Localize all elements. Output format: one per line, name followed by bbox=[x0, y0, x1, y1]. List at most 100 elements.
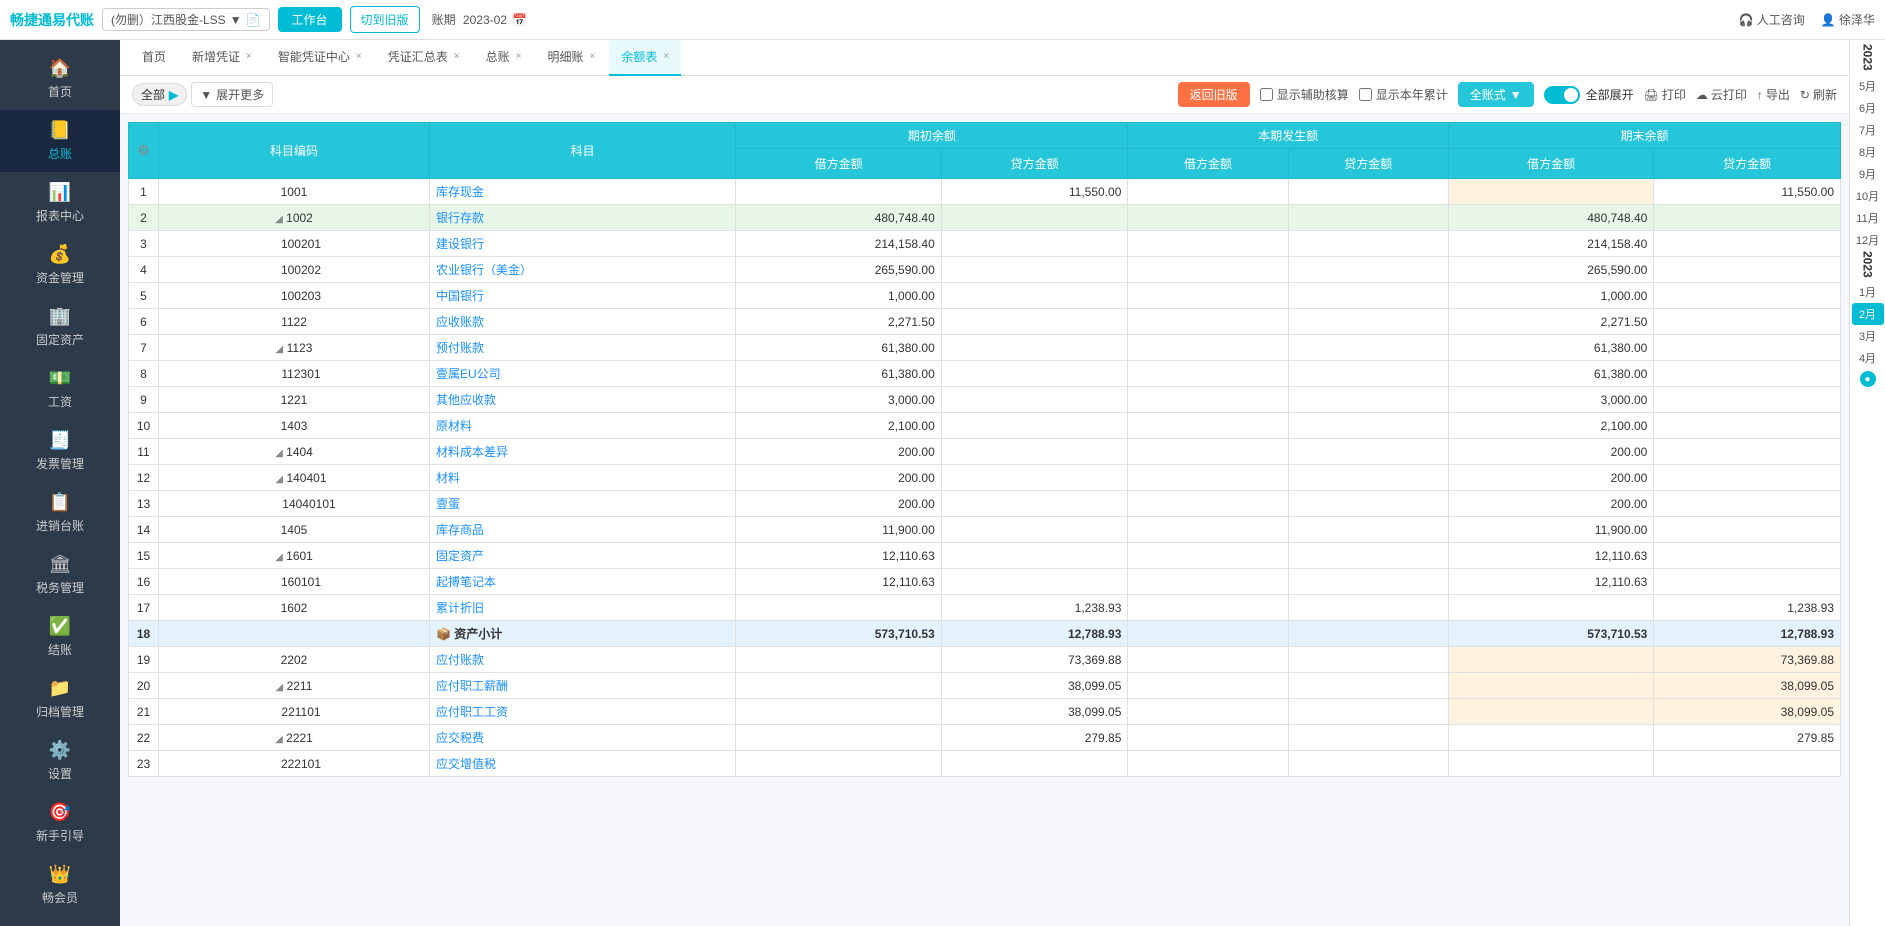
account-name-link[interactable]: 应交增值税 bbox=[436, 757, 496, 771]
account-name-link[interactable]: 其他应收款 bbox=[436, 393, 496, 407]
col-open-debit: 借方金额 bbox=[736, 149, 941, 179]
month-item-7月[interactable]: 7月 bbox=[1852, 119, 1884, 141]
user-avatar[interactable]: 👤 徐泽华 bbox=[1821, 11, 1875, 28]
account-name-link[interactable]: 应交税费 bbox=[436, 731, 484, 745]
account-name-link[interactable]: 建设银行 bbox=[436, 237, 484, 251]
sidebar-item-发票管理[interactable]: 🧾发票管理 bbox=[0, 420, 120, 482]
account-name-link[interactable]: 农业银行（美金） bbox=[436, 263, 532, 277]
account-name-link[interactable]: 应付职工薪酬 bbox=[436, 679, 508, 693]
amount-cell bbox=[1128, 517, 1288, 543]
sidebar-item-进销台账[interactable]: 📋进销台账 bbox=[0, 482, 120, 544]
row-name: 壹属EU公司 bbox=[429, 361, 735, 387]
table-row: 16160101起搏笔记本12,110.6312,110.63 bbox=[129, 569, 1841, 595]
tab-总账[interactable]: 总账× bbox=[474, 40, 534, 76]
tab-首页[interactable]: 首页 bbox=[130, 40, 178, 76]
sidebar-item-工资[interactable]: 💵工资 bbox=[0, 358, 120, 420]
month-item-11月[interactable]: 11月 bbox=[1852, 207, 1884, 229]
panel-circle-icon[interactable]: ● bbox=[1860, 371, 1876, 387]
col-end-debit: 借方金额 bbox=[1448, 149, 1653, 179]
tab-close-icon[interactable]: × bbox=[246, 51, 252, 62]
month-item-9月[interactable]: 9月 bbox=[1852, 163, 1884, 185]
table-row: 21221101应付职工工资38,099.0538,099.05 bbox=[129, 699, 1841, 725]
sidebar-item-税务管理[interactable]: 🏛税务管理 bbox=[0, 544, 120, 606]
account-name-link[interactable]: 中国银行 bbox=[436, 289, 484, 303]
tab-明细账[interactable]: 明细账× bbox=[535, 40, 607, 76]
account-name-link[interactable]: 预付账款 bbox=[436, 341, 484, 355]
print-button[interactable]: 🖨 打印 bbox=[1644, 86, 1686, 103]
filter-all-tag[interactable]: 全部 ▶ bbox=[132, 83, 187, 106]
month-item-6月[interactable]: 6月 bbox=[1852, 97, 1884, 119]
amount-cell: 38,099.05 bbox=[1654, 673, 1841, 699]
account-name-link[interactable]: 累计折旧 bbox=[436, 601, 484, 615]
table-container: ⚙ 科目编码 科目 期初余额 本期发生额 期末余额 借方金额 贷方金额 借方金额 bbox=[120, 114, 1849, 926]
row-no: 12 bbox=[129, 465, 159, 491]
expand-all-toggle[interactable] bbox=[1544, 86, 1580, 104]
month-item-10月[interactable]: 10月 bbox=[1852, 185, 1884, 207]
sidebar-item-总账[interactable]: 📒总账 bbox=[0, 110, 120, 172]
account-name-link[interactable]: 材料成本差异 bbox=[436, 445, 508, 459]
tab-新增凭证[interactable]: 新增凭证× bbox=[180, 40, 264, 76]
tab-close-icon[interactable]: × bbox=[454, 51, 460, 62]
return-old-button[interactable]: 返回旧版 bbox=[1178, 82, 1250, 107]
sidebar-item-畅会员[interactable]: 👑畅会员 bbox=[0, 854, 120, 916]
sidebar-item-首页[interactable]: 🏠首页 bbox=[0, 48, 120, 110]
tab-余额表[interactable]: 余额表× bbox=[609, 40, 681, 76]
checkbox-year-accum[interactable]: 显示本年累计 bbox=[1359, 86, 1448, 103]
month-item-1月[interactable]: 1月 bbox=[1852, 281, 1884, 303]
sidebar-item-新手引导[interactable]: 🎯新手引导 bbox=[0, 792, 120, 854]
tab-凭证汇总表[interactable]: 凭证汇总表× bbox=[376, 40, 472, 76]
account-name-link[interactable]: 应付职工工资 bbox=[436, 705, 508, 719]
account-name-link[interactable]: 库存商品 bbox=[436, 523, 484, 537]
account-name-link[interactable]: 原材料 bbox=[436, 419, 472, 433]
toolbar: 全部 ▶ ▼ 展开更多 返回旧版 显示辅助核算 显示本年累计 bbox=[120, 76, 1849, 114]
refresh-button[interactable]: ↻ 刷新 bbox=[1800, 86, 1837, 103]
human-consult[interactable]: 🎧 人工咨询 bbox=[1738, 11, 1804, 28]
amount-cell bbox=[1128, 543, 1288, 569]
checkbox-aux-calc[interactable]: 显示辅助核算 bbox=[1260, 86, 1349, 103]
expand-more-button[interactable]: ▼ 展开更多 bbox=[191, 82, 273, 107]
account-name-link[interactable]: 库存现金 bbox=[436, 185, 484, 199]
switch-old-button[interactable]: 切到旧版 bbox=[350, 6, 420, 33]
sidebar-item-结账[interactable]: ✅结账 bbox=[0, 606, 120, 668]
export-button[interactable]: ↑ 导出 bbox=[1757, 86, 1790, 103]
account-name-link[interactable]: 应付账款 bbox=[436, 653, 484, 667]
amount-cell bbox=[1128, 647, 1288, 673]
filter-arrow[interactable]: ▶ bbox=[169, 88, 178, 102]
month-item-2月[interactable]: 2月 bbox=[1852, 303, 1884, 325]
tab-智能凭证中心[interactable]: 智能凭证中心× bbox=[266, 40, 374, 76]
sidebar-item-归档管理[interactable]: 📁归档管理 bbox=[0, 668, 120, 730]
gear-icon[interactable]: ⚙ bbox=[137, 142, 150, 158]
account-name-link[interactable]: 银行存款 bbox=[436, 211, 484, 225]
month-item-4月[interactable]: 4月 bbox=[1852, 347, 1884, 369]
account-name-link[interactable]: 固定资产 bbox=[436, 549, 484, 563]
company-selector[interactable]: (勿删）江西股金-LSS ▼ 📄 bbox=[102, 8, 270, 31]
account-name-link[interactable]: 壹蛋 bbox=[436, 497, 460, 511]
account-name-link[interactable]: 材料 bbox=[436, 471, 460, 485]
table-row: 22◢ 2221应交税费279.85279.85 bbox=[129, 725, 1841, 751]
sidebar-item-设置[interactable]: ⚙️设置 bbox=[0, 730, 120, 792]
account-name-link[interactable]: 应收账款 bbox=[436, 315, 484, 329]
table-row: 4100202农业银行（美金）265,590.00265,590.00 bbox=[129, 257, 1841, 283]
tab-close-icon[interactable]: × bbox=[516, 51, 522, 62]
sidebar-item-报表中心[interactable]: 📊报表中心 bbox=[0, 172, 120, 234]
col-settings[interactable]: ⚙ bbox=[129, 123, 159, 179]
account-name-link[interactable]: 起搏笔记本 bbox=[436, 575, 496, 589]
month-item-5月[interactable]: 5月 bbox=[1852, 75, 1884, 97]
sidebar-item-固定资产[interactable]: 🏢固定资产 bbox=[0, 296, 120, 358]
all-format-button[interactable]: 全账式 ▼ bbox=[1458, 82, 1534, 107]
tab-close-icon[interactable]: × bbox=[589, 51, 595, 62]
month-item-12月[interactable]: 12月 bbox=[1852, 229, 1884, 251]
workbench-button[interactable]: 工作台 bbox=[278, 7, 342, 32]
tab-close-icon[interactable]: × bbox=[663, 51, 669, 62]
row-code: ◢ 1002 bbox=[159, 205, 430, 231]
row-no: 14 bbox=[129, 517, 159, 543]
account-name-link[interactable]: 壹属EU公司 bbox=[436, 367, 501, 381]
month-item-3月[interactable]: 3月 bbox=[1852, 325, 1884, 347]
row-name: 预付账款 bbox=[429, 335, 735, 361]
month-item-8月[interactable]: 8月 bbox=[1852, 141, 1884, 163]
amount-cell bbox=[1654, 205, 1841, 231]
tab-close-icon[interactable]: × bbox=[356, 51, 362, 62]
cloud-print-button[interactable]: ☁ 云打印 bbox=[1696, 86, 1747, 103]
col-current-header: 本期发生额 bbox=[1128, 123, 1449, 149]
sidebar-item-资金管理[interactable]: 💰资金管理 bbox=[0, 234, 120, 296]
